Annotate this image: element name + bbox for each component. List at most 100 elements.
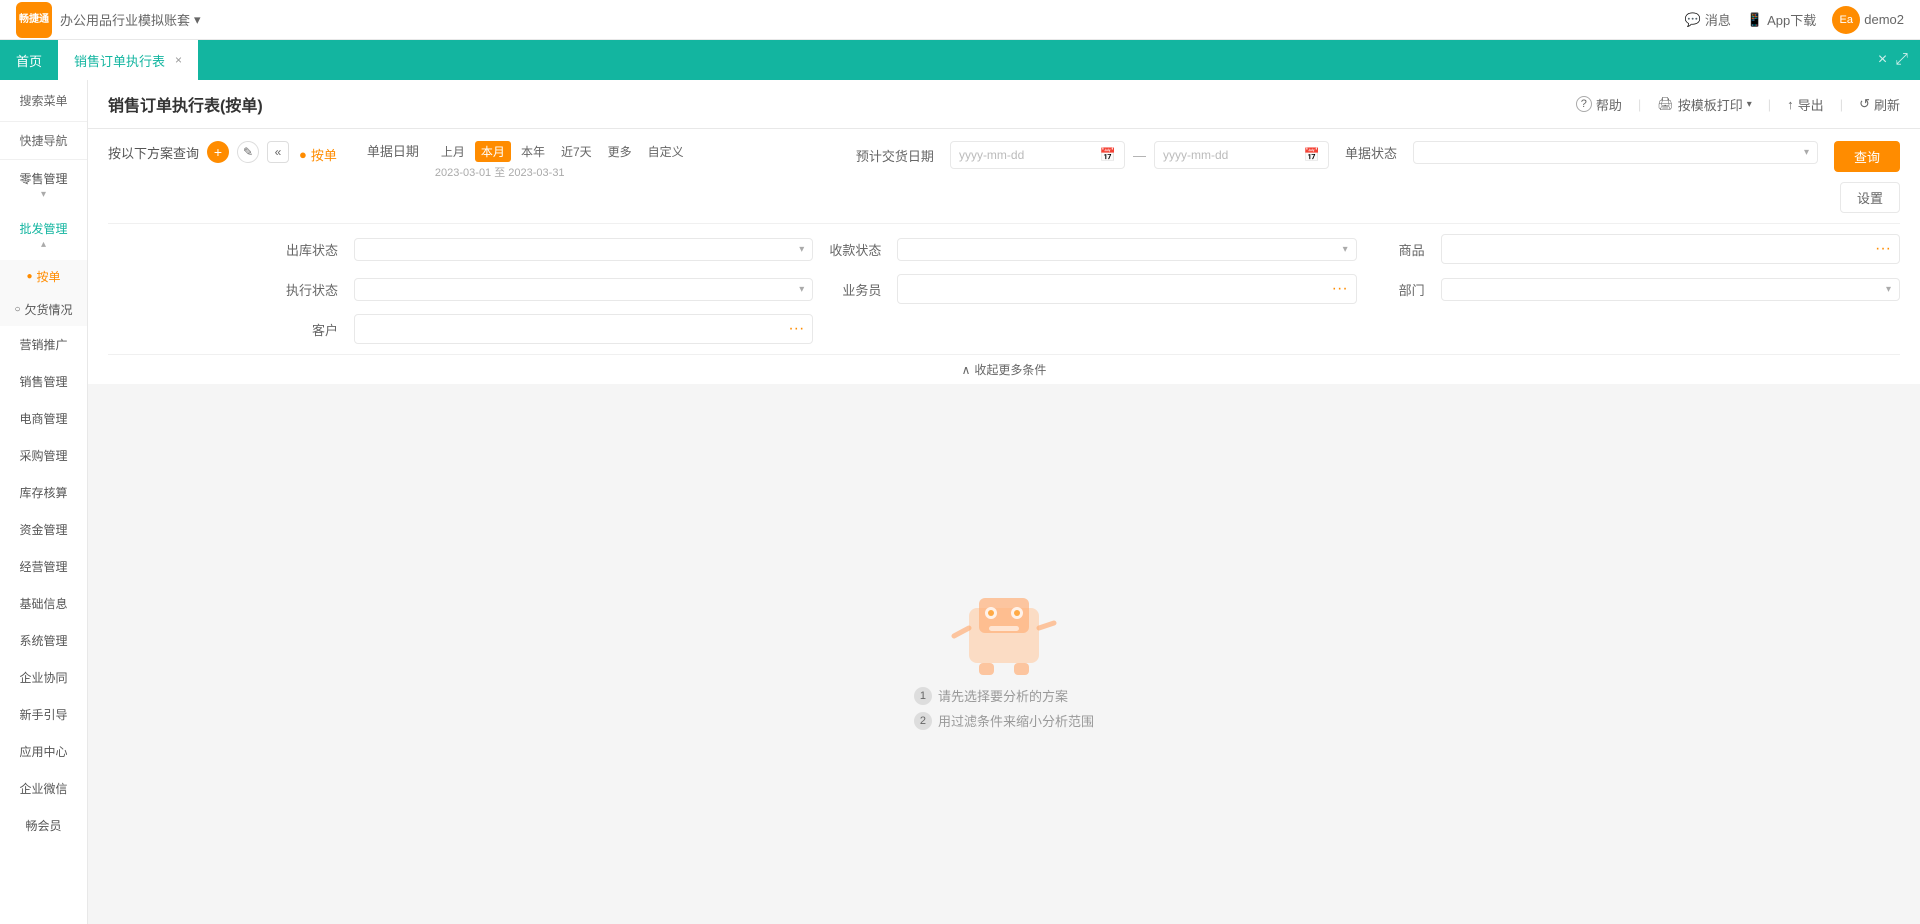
sidebar-wholesale-group: ● 按单 ○ 欠货情况 xyxy=(0,260,87,326)
sidebar-item-basic[interactable]: 基础信息 xyxy=(0,585,87,622)
divider: | xyxy=(1638,97,1641,112)
sidebar-quicknav-section: 快捷导航 xyxy=(0,122,87,160)
app-download-icon: 📱 xyxy=(1747,12,1763,28)
sidebar: 搜索菜单 快捷导航 零售管理 ▾ 批发管理 ▴ ● 按单 ○ 欠货情况 营销推广 xyxy=(0,80,88,924)
sidebar-subitem-debt[interactable]: ○ 欠货情况 xyxy=(0,293,87,326)
quick-nav-btn[interactable]: 快捷导航 xyxy=(0,126,87,155)
date-tabs: 上月 本月 本年 近7天 更多 自定义 xyxy=(435,141,840,162)
expected-date-from[interactable]: yyyy-mm-dd 📅 xyxy=(950,141,1125,169)
inline-filters: 单据日期 上月 本月 本年 近7天 更多 自定义 2023-03-01 至 20… xyxy=(347,141,1900,213)
print-chevron-icon: ▾ xyxy=(1747,99,1752,110)
query-button[interactable]: 查询 xyxy=(1834,141,1900,172)
exec-chevron-icon: ▾ xyxy=(799,284,804,295)
sidebar-item-wecom[interactable]: 企业微信 xyxy=(0,770,87,807)
tab-bar-right: × ⤢ xyxy=(1878,40,1920,80)
expected-date-to[interactable]: yyyy-mm-dd 📅 xyxy=(1154,141,1329,169)
tab-home[interactable]: 首页 xyxy=(0,40,58,80)
tab-sales-order[interactable]: 销售订单执行表 × xyxy=(58,40,198,80)
page-header-actions: ? 帮助 | 🖨 按模板打印 ▾ | ↑ 导出 | ↺ 刷新 xyxy=(1576,95,1900,114)
export-btn[interactable]: ↑ 导出 xyxy=(1787,95,1824,114)
goods-filter: 商品 ··· xyxy=(1373,234,1900,264)
empty-illustration xyxy=(944,578,1064,678)
filter-row-2: 出库状态 ▾ 收款状态 ▾ 商品 xyxy=(108,224,1900,274)
payment-status-select[interactable]: ▾ xyxy=(897,238,1356,261)
sidebar-item-newuser[interactable]: 新手引导 xyxy=(0,696,87,733)
goods-dots-icon[interactable]: ··· xyxy=(1871,240,1891,258)
sidebar-item-purchase[interactable]: 采购管理 xyxy=(0,437,87,474)
chevron-up-icon: ∧ xyxy=(962,363,971,377)
refresh-btn[interactable]: ↺ 刷新 xyxy=(1859,95,1900,114)
sidebar-item-finance[interactable]: 资金管理 xyxy=(0,511,87,548)
debt-icon: ○ xyxy=(14,304,20,315)
scheme-collapse-btn[interactable]: « xyxy=(267,141,289,163)
user-profile[interactable]: Ea demo2 xyxy=(1832,6,1904,34)
salesperson-dots-icon[interactable]: ··· xyxy=(1328,280,1348,298)
date-filter-group: 单据日期 上月 本月 本年 近7天 更多 自定义 2023-03-01 至 20… xyxy=(367,141,840,180)
message-btn[interactable]: 💬 消息 xyxy=(1685,10,1731,29)
top-bar: 畅捷通 办公用品行业模拟账套 ▾ 💬 消息 📱 App下载 Ea demo2 xyxy=(0,0,1920,40)
chevron-down-icon: ▾ xyxy=(41,189,46,200)
status-filter: 单据状态 ▾ xyxy=(1345,141,1818,164)
date-tab-more[interactable]: 更多 xyxy=(602,141,638,162)
tab-close-icon[interactable]: × xyxy=(175,53,182,67)
help-btn[interactable]: ? 帮助 xyxy=(1576,95,1622,114)
sidebar-item-marketing[interactable]: 营销推广 xyxy=(0,326,87,363)
print-btn[interactable]: 🖨 按模板打印 ▾ xyxy=(1657,95,1752,114)
tab-maximize-btn[interactable]: ⤢ xyxy=(1895,51,1908,69)
sidebar-search-section: 搜索菜单 xyxy=(0,80,87,122)
step-1-num: 1 xyxy=(914,687,932,705)
delivery-status-select[interactable]: ▾ xyxy=(354,238,813,261)
filter-panel: 按以下方案查询 + ✎ « ● 按单 单据日期 xyxy=(88,129,1920,384)
breadcrumb-arrow-icon[interactable]: ▾ xyxy=(194,12,201,28)
sidebar-subitem-order[interactable]: ● 按单 xyxy=(0,260,87,293)
payment-status-filter: 收款状态 ▾ xyxy=(829,238,1356,261)
sidebar-item-appstore[interactable]: 应用中心 xyxy=(0,733,87,770)
sidebar-item-system[interactable]: 系统管理 xyxy=(0,622,87,659)
collapse-more-btn[interactable]: ∧ 收起更多条件 xyxy=(108,354,1900,384)
status-chevron-icon: ▾ xyxy=(1804,147,1809,158)
scheme-controls: 按以下方案查询 + ✎ « xyxy=(108,141,289,163)
customer-select[interactable]: ··· xyxy=(354,314,813,344)
sidebar-item-wholesale[interactable]: 批发管理 ▴ xyxy=(0,210,87,260)
divider2: | xyxy=(1768,97,1771,112)
delivery-chevron-icon: ▾ xyxy=(799,244,804,255)
date-tab-this-month[interactable]: 本月 xyxy=(475,141,511,162)
sidebar-item-ecommerce[interactable]: 电商管理 xyxy=(0,400,87,437)
sidebar-item-member[interactable]: 畅会员 xyxy=(0,807,87,844)
scheme-item-order[interactable]: ● 按单 xyxy=(289,141,347,168)
tab-bar: 首页 销售订单执行表 × × ⤢ xyxy=(0,40,1920,80)
sidebar-item-retail[interactable]: 零售管理 ▾ xyxy=(0,160,87,210)
salesperson-select[interactable]: ··· xyxy=(897,274,1356,304)
sidebar-item-sales[interactable]: 销售管理 xyxy=(0,363,87,400)
order-icon: ● xyxy=(26,271,32,282)
date-tab-last-month[interactable]: 上月 xyxy=(435,141,471,162)
settings-button[interactable]: 设置 xyxy=(1840,182,1900,213)
exec-status-select[interactable]: ▾ xyxy=(354,278,813,301)
page-header: 销售订单执行表(按单) ? 帮助 | 🖨 按模板打印 ▾ | ↑ 导出 | xyxy=(88,80,1920,129)
search-menu-btn[interactable]: 搜索菜单 xyxy=(8,88,79,113)
payment-chevron-icon: ▾ xyxy=(1343,244,1348,255)
date-tab-last7[interactable]: 近7天 xyxy=(555,141,598,162)
divider3: | xyxy=(1840,97,1843,112)
tab-minimize-btn[interactable]: × xyxy=(1878,51,1887,69)
date-tab-custom[interactable]: 自定义 xyxy=(642,141,690,162)
empty-state: 1 请先选择要分析的方案 2 用过滤条件来缩小分析范围 xyxy=(88,384,1920,924)
export-icon: ↑ xyxy=(1787,97,1794,112)
scheme-edit-btn[interactable]: ✎ xyxy=(237,141,259,163)
date-tab-this-year[interactable]: 本年 xyxy=(515,141,551,162)
filter-scheme-row: 按以下方案查询 + ✎ « ● 按单 单据日期 xyxy=(108,141,1900,224)
status-select[interactable]: ▾ xyxy=(1413,141,1818,164)
empty-state-icon xyxy=(944,578,1064,678)
goods-select[interactable]: ··· xyxy=(1441,234,1900,264)
sidebar-item-operation[interactable]: 经营管理 xyxy=(0,548,87,585)
sidebar-item-enterprise[interactable]: 企业协同 xyxy=(0,659,87,696)
scheme-add-btn[interactable]: + xyxy=(207,141,229,163)
page-title: 销售订单执行表(按单) xyxy=(108,92,263,116)
empty-step-2: 2 用过滤条件来缩小分析范围 xyxy=(914,711,1094,730)
customer-dots-icon[interactable]: ··· xyxy=(784,320,804,338)
sidebar-item-inventory[interactable]: 库存核算 xyxy=(0,474,87,511)
avatar: Ea xyxy=(1832,6,1860,34)
breadcrumb: 办公用品行业模拟账套 ▾ xyxy=(60,10,201,29)
department-select[interactable]: ▾ xyxy=(1441,278,1900,301)
app-download-btn[interactable]: 📱 App下载 xyxy=(1747,10,1816,29)
